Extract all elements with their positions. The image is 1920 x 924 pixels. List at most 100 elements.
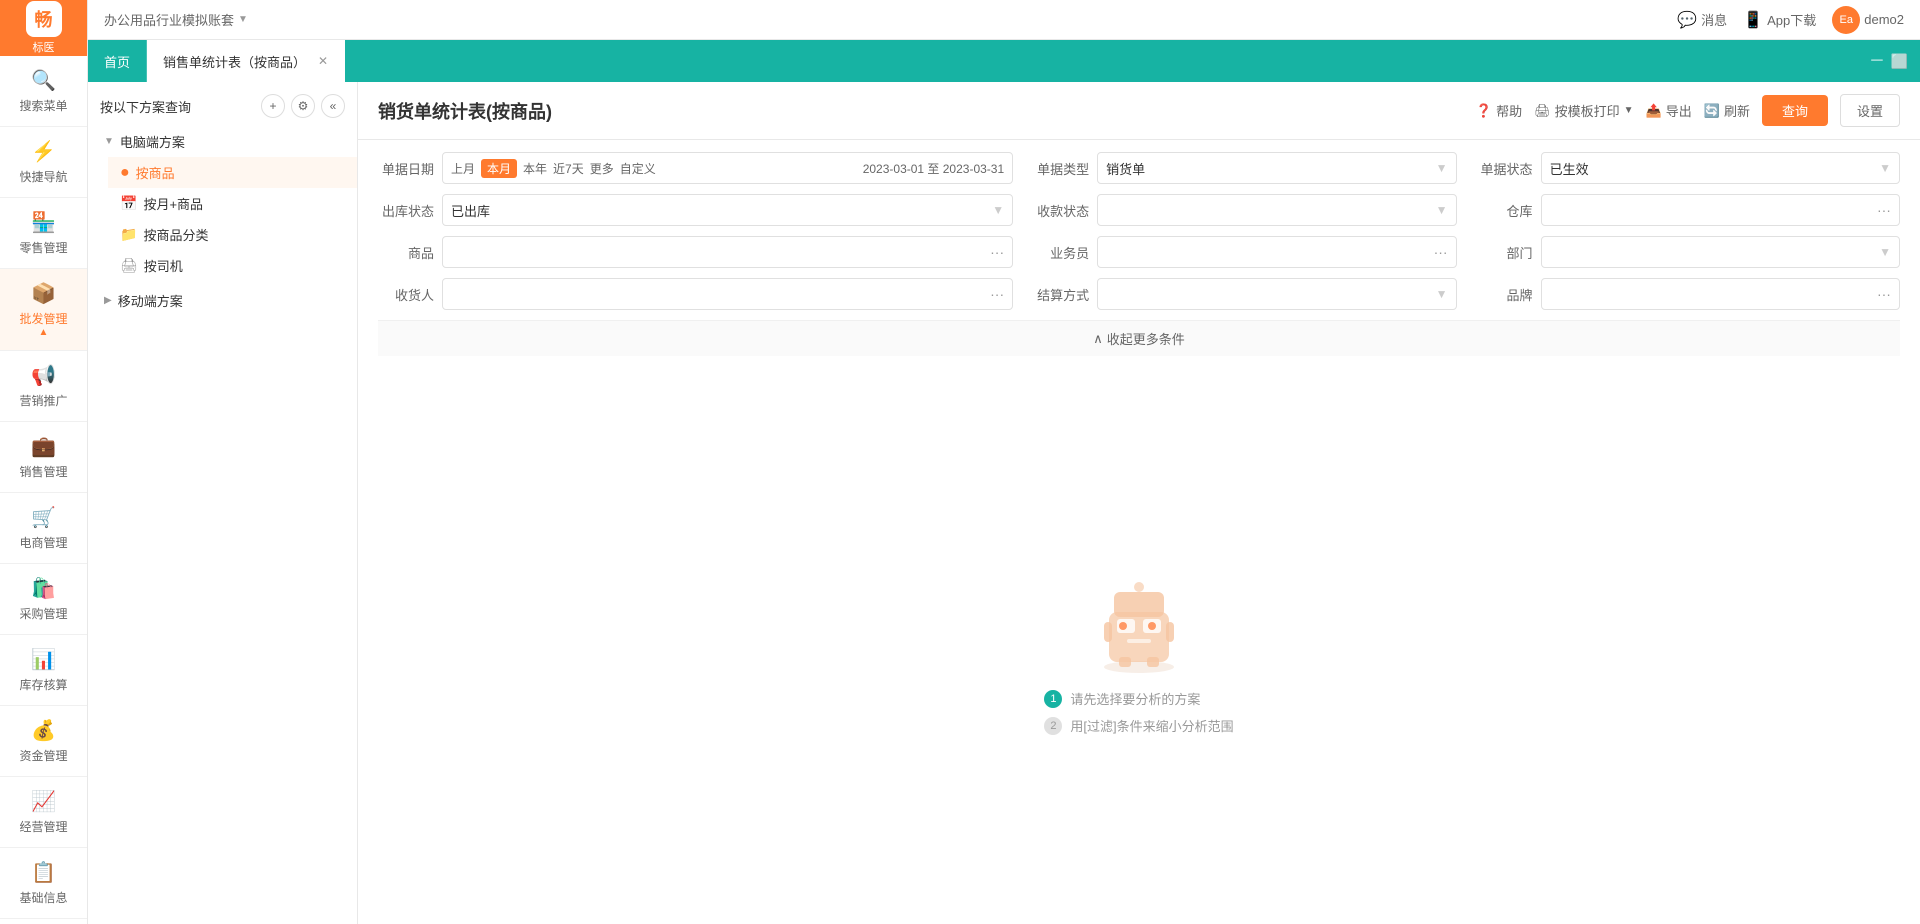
quick-icon: ⚡ xyxy=(31,139,56,164)
payment-method-control[interactable]: ▼ xyxy=(1097,278,1456,310)
tree-product-icon: ● xyxy=(120,164,130,182)
filter-row-2: 出库状态 已出库 ▼ 收款状态 ▼ xyxy=(378,194,1900,226)
type-arrow-icon: ▼ xyxy=(1436,161,1448,175)
sidebar-item-label: 库存核算 xyxy=(19,676,67,693)
tree-desktop-children: ● 按商品 📅 按月+商品 📁 按商品分类 🖨 按司机 xyxy=(88,157,357,281)
collapse-bar[interactable]: ∧ 收起更多条件 xyxy=(378,320,1900,356)
receiver-control[interactable]: ··· xyxy=(442,278,1013,310)
sidebar-item-label: 资金管理 xyxy=(19,747,67,764)
tree-mobile[interactable]: ▶ 移动端方案 xyxy=(88,285,357,316)
empty-tips: 1 请先选择要分析的方案 2 用[过滤]条件来缩小分析范围 xyxy=(1044,689,1233,735)
date-more[interactable]: 更多 xyxy=(590,160,614,177)
goods-control[interactable]: ··· xyxy=(442,236,1013,268)
salesman-control[interactable]: ··· xyxy=(1097,236,1456,268)
tab-close-btn[interactable]: ✕ xyxy=(318,54,328,68)
sidebar-item-sales[interactable]: 💼 销售管理 xyxy=(0,422,88,493)
tree-mobile-label: 移动端方案 xyxy=(118,291,183,310)
sidebar-item-purchase[interactable]: 🛍️ 采购管理 xyxy=(0,564,88,635)
sidebar-item-search[interactable]: 🔍 搜索菜单 xyxy=(0,56,88,127)
sidebar-item-label: 搜索菜单 xyxy=(19,97,67,114)
sidebar-item-quick[interactable]: ⚡ 快捷导航 xyxy=(0,127,88,198)
query-btn[interactable]: 查询 xyxy=(1762,95,1828,126)
status-value: 已生效 xyxy=(1550,159,1876,178)
payment-control[interactable]: ▼ xyxy=(1097,194,1456,226)
add-icon: + xyxy=(269,99,276,113)
window-minimize-icon[interactable]: ─ xyxy=(1871,52,1882,70)
warehouse-control[interactable]: ··· xyxy=(1541,194,1900,226)
message-icon: 💬 xyxy=(1677,10,1697,30)
logo-icon: 畅 xyxy=(26,1,62,37)
sidebar: 畅 标医 🔍 搜索菜单 ⚡ 快捷导航 🏪 零售管理 📦 批发管理 ▲ 📢 营销推… xyxy=(0,0,88,924)
date-7days[interactable]: 近7天 xyxy=(553,160,584,177)
add-scheme-btn[interactable]: + xyxy=(261,94,285,118)
tree-item-by-category[interactable]: 📁 按商品分类 xyxy=(108,219,357,250)
dept-control[interactable]: ▼ xyxy=(1541,236,1900,268)
filter-date: 单据日期 上月 本月 本年 近7天 更多 自定义 2023-03-01 至 20… xyxy=(378,152,1013,184)
warehouse-dots-icon[interactable]: ··· xyxy=(1877,202,1891,218)
salesman-dots-icon[interactable]: ··· xyxy=(1434,244,1448,260)
brand-dots-icon[interactable]: ··· xyxy=(1877,286,1891,302)
filter-row-4: 收货人 ··· 结算方式 ▼ xyxy=(378,278,1900,310)
collapse-up-icon: ∧ xyxy=(1093,331,1103,347)
filter-storage: 出库状态 已出库 ▼ xyxy=(378,194,1013,226)
sidebar-item-retail[interactable]: 🏪 零售管理 xyxy=(0,198,88,269)
filter-type: 单据类型 销货单 ▼ xyxy=(1033,152,1456,184)
panel-header-label: 按以下方案查询 xyxy=(100,97,191,116)
tab-stat[interactable]: 销售单统计表（按商品） ✕ xyxy=(147,40,345,82)
sales-icon: 💼 xyxy=(31,434,56,459)
base-icon: 📋 xyxy=(31,860,56,885)
tree-item-by-product[interactable]: ● 按商品 xyxy=(108,157,357,188)
salesman-label: 业务员 xyxy=(1033,243,1089,262)
company-dropdown[interactable]: 办公用品行业模拟账套 ▼ xyxy=(104,10,248,29)
date-control[interactable]: 上月 本月 本年 近7天 更多 自定义 2023-03-01 至 2023-03… xyxy=(442,152,1013,184)
filter-payment: 收款状态 ▼ xyxy=(1033,194,1456,226)
sidebar-item-system[interactable]: ⚙️ 系统管理 xyxy=(0,919,88,924)
goods-dots-icon[interactable]: ··· xyxy=(990,244,1004,260)
message-btn[interactable]: 💬 消息 xyxy=(1677,10,1727,30)
date-custom[interactable]: 自定义 xyxy=(620,160,656,177)
type-label: 单据类型 xyxy=(1033,159,1089,178)
filter-dept: 部门 ▼ xyxy=(1477,236,1900,268)
refresh-label: 刷新 xyxy=(1724,101,1750,120)
settings-btn[interactable]: 设置 xyxy=(1840,94,1900,127)
collapse-label: 收起更多条件 xyxy=(1107,329,1185,348)
sidebar-item-base[interactable]: 📋 基础信息 xyxy=(0,848,88,919)
chevron-down-icon: ▼ xyxy=(238,14,248,25)
tree-month-label: 按月+商品 xyxy=(143,194,203,213)
sidebar-item-inventory[interactable]: 📊 库存核算 xyxy=(0,635,88,706)
refresh-btn[interactable]: 🔄 刷新 xyxy=(1704,101,1750,120)
tree-item-by-month-product[interactable]: 📅 按月+商品 xyxy=(108,188,357,219)
date-this-year[interactable]: 本年 xyxy=(523,160,547,177)
print-btn[interactable]: 🖨 按模板打印 ▼ xyxy=(1534,101,1633,120)
storage-control[interactable]: 已出库 ▼ xyxy=(442,194,1013,226)
filter-salesman: 业务员 ··· xyxy=(1033,236,1456,268)
user-area[interactable]: Ea demo2 xyxy=(1832,6,1904,34)
brand-control[interactable]: ··· xyxy=(1541,278,1900,310)
date-this-month[interactable]: 本月 xyxy=(481,159,517,178)
status-control[interactable]: 已生效 ▼ xyxy=(1541,152,1900,184)
sidebar-item-label: 采购管理 xyxy=(19,605,67,622)
status-arrow-icon: ▼ xyxy=(1879,161,1891,175)
app-download-btn[interactable]: 📱 App下载 xyxy=(1743,10,1816,30)
scheme-settings-btn[interactable]: ⚙ xyxy=(291,94,315,118)
sidebar-item-finance[interactable]: 💰 资金管理 xyxy=(0,706,88,777)
window-maximize-icon[interactable]: ⬜ xyxy=(1891,53,1908,70)
payment-method-label: 结算方式 xyxy=(1033,285,1089,304)
type-control[interactable]: 销货单 ▼ xyxy=(1097,152,1456,184)
panel-collapse-btn[interactable]: « xyxy=(321,94,345,118)
sidebar-item-wholesale[interactable]: 📦 批发管理 ▲ xyxy=(0,269,88,351)
help-btn[interactable]: ❓ 帮助 xyxy=(1476,101,1522,120)
sidebar-item-marketing[interactable]: 📢 营销推广 xyxy=(0,351,88,422)
dept-arrow-icon: ▼ xyxy=(1879,245,1891,259)
left-panel-header: 按以下方案查询 + ⚙ « xyxy=(88,82,357,126)
tree-desktop[interactable]: ▼ 电脑端方案 xyxy=(88,126,357,157)
date-last-month[interactable]: 上月 xyxy=(451,160,475,177)
sidebar-item-ecommerce[interactable]: 🛒 电商管理 xyxy=(0,493,88,564)
export-btn[interactable]: 📤 导出 xyxy=(1646,101,1692,120)
tab-home[interactable]: 首页 xyxy=(88,40,147,82)
payment-label: 收款状态 xyxy=(1033,201,1089,220)
tree-item-by-cashier[interactable]: 🖨 按司机 xyxy=(108,250,357,281)
receiver-dots-icon[interactable]: ··· xyxy=(990,286,1004,302)
empty-tip-1: 1 请先选择要分析的方案 xyxy=(1044,689,1233,708)
sidebar-item-operation[interactable]: 📈 经营管理 xyxy=(0,777,88,848)
